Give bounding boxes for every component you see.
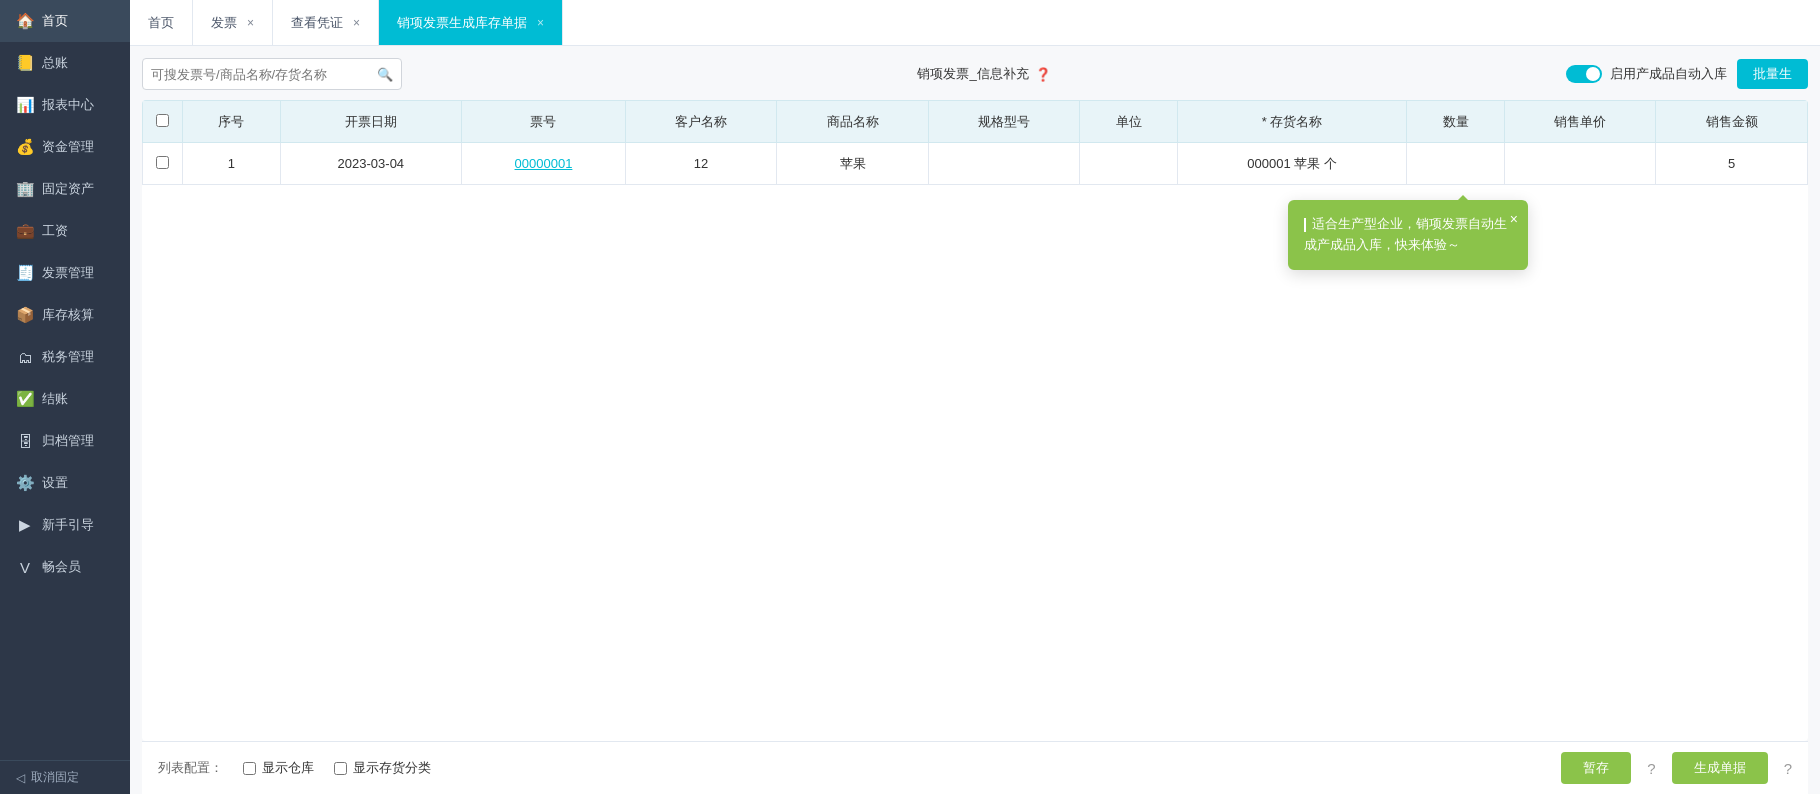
sidebar-item-report-center[interactable]: 📊 报表中心 <box>0 84 130 126</box>
td-inventory-name: 000001 苹果 个 <box>1177 143 1407 185</box>
th-quantity: 数量 <box>1407 101 1505 143</box>
ledger-icon: 📒 <box>16 54 34 72</box>
show-warehouse-checkbox-label[interactable]: 显示仓库 <box>243 759 314 777</box>
bottom-actions: 暂存 ? 生成单据 ? <box>1561 752 1792 784</box>
sidebar-item-fund-management[interactable]: 💰 资金管理 <box>0 126 130 168</box>
sidebar-item-fixed-assets[interactable]: 🏢 固定资产 <box>0 168 130 210</box>
sidebar-item-member[interactable]: V 畅会员 <box>0 546 130 588</box>
sidebar-item-general-ledger[interactable]: 📒 总账 <box>0 42 130 84</box>
select-all-checkbox[interactable] <box>156 114 169 127</box>
th-checkbox <box>143 101 183 143</box>
generate-help-icon[interactable]: ? <box>1784 760 1792 777</box>
tooltip-cursor <box>1304 218 1306 232</box>
td-product-name: 苹果 <box>777 143 929 185</box>
th-spec-model: 规格型号 <box>928 101 1080 143</box>
td-customer-name: 12 <box>625 143 777 185</box>
auto-warehouse-toggle[interactable] <box>1566 65 1602 83</box>
td-sales-amount: 5 <box>1656 143 1808 185</box>
pin-icon: ◁ <box>16 771 25 785</box>
show-warehouse-checkbox[interactable] <box>243 762 256 775</box>
th-unit-price: 销售单价 <box>1504 101 1656 143</box>
th-open-date: 开票日期 <box>280 101 462 143</box>
sidebar-item-settings[interactable]: ⚙️ 设置 <box>0 462 130 504</box>
settings-icon: ⚙️ <box>16 474 34 492</box>
tab-cancel-invoice[interactable]: 销项发票生成库存单据 × <box>379 0 563 45</box>
td-ticket-no: 00000001 <box>462 143 626 185</box>
tab-view-voucher[interactable]: 查看凭证 × <box>273 0 379 45</box>
th-ticket-no: 票号 <box>462 101 626 143</box>
sidebar-item-beginner-guide[interactable]: ▶ 新手引导 <box>0 504 130 546</box>
guide-icon: ▶ <box>16 516 34 534</box>
search-box[interactable]: 🔍 <box>142 58 402 90</box>
info-label: 销项发票_信息补充 ❓ <box>412 65 1556 83</box>
report-icon: 📊 <box>16 96 34 114</box>
td-seq: 1 <box>183 143 281 185</box>
sidebar-item-wages[interactable]: 💼 工资 <box>0 210 130 252</box>
th-inventory-name: * 存货名称 <box>1177 101 1407 143</box>
checkout-icon: ✅ <box>16 390 34 408</box>
wages-icon: 💼 <box>16 222 34 240</box>
toggle-area: 启用产成品自动入库 <box>1566 65 1727 83</box>
search-icon: 🔍 <box>377 67 393 82</box>
show-inventory-category-checkbox[interactable] <box>334 762 347 775</box>
show-inventory-category-checkbox-label[interactable]: 显示存货分类 <box>334 759 431 777</box>
table-row: 1 2023-03-04 00000001 12 苹果 000001 苹果 个 … <box>143 143 1808 185</box>
tab-invoice-close-icon[interactable]: × <box>247 16 254 30</box>
inventory-icon: 📦 <box>16 306 34 324</box>
content-area: 🔍 销项发票_信息补充 ❓ 启用产成品自动入库 批量生 序 <box>130 46 1820 794</box>
th-unit: 单位 <box>1080 101 1178 143</box>
td-open-date: 2023-03-04 <box>280 143 462 185</box>
archive-icon: 🗄 <box>16 433 34 450</box>
invoice-icon: 🧾 <box>16 264 34 282</box>
sidebar: 🏠 首页 📒 总账 📊 报表中心 💰 资金管理 🏢 固定资产 💼 工资 🧾 发票… <box>0 0 130 794</box>
tooltip-close-button[interactable]: × <box>1510 208 1518 230</box>
bottom-bar: 列表配置： 显示仓库 显示存货分类 暂存 ? 生成单据 ? <box>142 741 1808 794</box>
td-checkbox <box>143 143 183 185</box>
row-checkbox[interactable] <box>156 156 169 169</box>
th-seq: 序号 <box>183 101 281 143</box>
save-help-icon[interactable]: ? <box>1647 760 1655 777</box>
member-icon: V <box>16 559 34 576</box>
tab-invoice[interactable]: 发票 × <box>193 0 273 45</box>
ticket-no-link[interactable]: 00000001 <box>515 156 573 171</box>
sidebar-item-tax-management[interactable]: 🗂 税务管理 <box>0 336 130 378</box>
tab-bar: 首页 发票 × 查看凭证 × 销项发票生成库存单据 × <box>130 0 1820 46</box>
sidebar-item-archive-management[interactable]: 🗄 归档管理 <box>0 420 130 462</box>
th-product-name: 商品名称 <box>777 101 929 143</box>
td-spec-model <box>928 143 1080 185</box>
sidebar-item-home[interactable]: 🏠 首页 <box>0 0 130 42</box>
home-icon: 🏠 <box>16 12 34 30</box>
td-quantity <box>1407 143 1505 185</box>
toolbar-row: 🔍 销项发票_信息补充 ❓ 启用产成品自动入库 批量生 <box>142 58 1808 90</box>
tab-cancel-invoice-close-icon[interactable]: × <box>537 16 544 30</box>
sidebar-item-checkout[interactable]: ✅ 结账 <box>0 378 130 420</box>
tooltip-popup: 适合生产型企业，销项发票自动生成产成品入库，快来体验～ × <box>1288 200 1528 270</box>
info-help-icon[interactable]: ❓ <box>1035 67 1051 82</box>
sidebar-item-inventory[interactable]: 📦 库存核算 <box>0 294 130 336</box>
th-customer-name: 客户名称 <box>625 101 777 143</box>
data-table: 序号 开票日期 票号 客户名称 商品名称 规格型号 单位 * 存货名称 数量 销… <box>142 100 1808 185</box>
tax-icon: 🗂 <box>16 349 34 366</box>
sidebar-item-invoice-management[interactable]: 🧾 发票管理 <box>0 252 130 294</box>
td-unit-price <box>1504 143 1656 185</box>
assets-icon: 🏢 <box>16 180 34 198</box>
save-button[interactable]: 暂存 <box>1561 752 1631 784</box>
tab-view-voucher-close-icon[interactable]: × <box>353 16 360 30</box>
fund-icon: 💰 <box>16 138 34 156</box>
search-input[interactable] <box>151 67 371 82</box>
tab-home[interactable]: 首页 <box>130 0 193 45</box>
main-area: 首页 发票 × 查看凭证 × 销项发票生成库存单据 × 🔍 销项发票_信息补充 … <box>130 0 1820 794</box>
sidebar-bottom-unpin[interactable]: ◁ 取消固定 <box>0 760 130 794</box>
generate-button[interactable]: 生成单据 <box>1672 752 1768 784</box>
batch-generate-button[interactable]: 批量生 <box>1737 59 1808 89</box>
th-sales-amount: 销售金额 <box>1656 101 1808 143</box>
table-header-row: 序号 开票日期 票号 客户名称 商品名称 规格型号 单位 * 存货名称 数量 销… <box>143 101 1808 143</box>
td-unit <box>1080 143 1178 185</box>
table-wrapper: 序号 开票日期 票号 客户名称 商品名称 规格型号 单位 * 存货名称 数量 销… <box>142 100 1808 741</box>
list-config-label: 列表配置： <box>158 759 223 777</box>
